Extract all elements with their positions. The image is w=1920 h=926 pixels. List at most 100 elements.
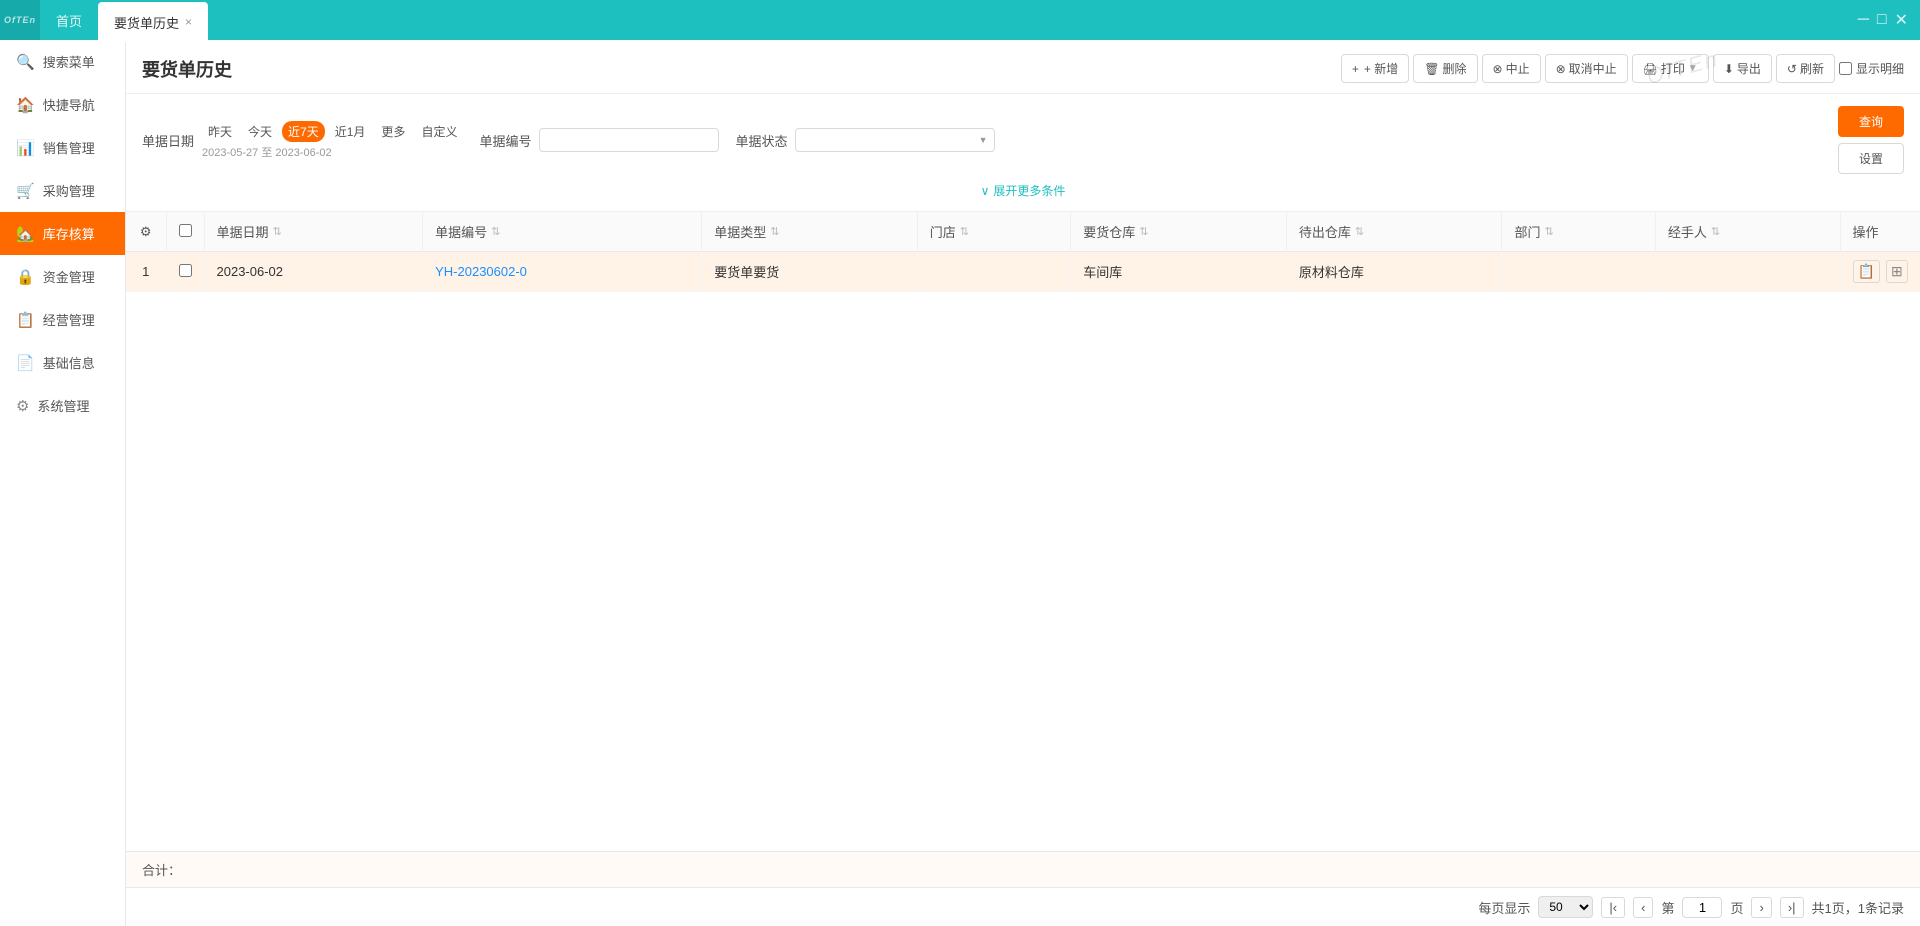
- content-area: 要货单历史 + + 新增 🗑 删除 ⊗ 中止 ⊗ 取消中止: [126, 40, 1920, 926]
- sidebar-item-operations-mgmt[interactable]: 📋 经营管理: [0, 298, 125, 341]
- th-settings[interactable]: ⚙: [126, 212, 166, 252]
- filter-row-1: 单据日期 昨天 今天 近7天 近1月 更多 自定义 2023-05-27 至 2…: [142, 106, 1904, 174]
- date-shortcuts: 昨天 今天 近7天 近1月 更多 自定义: [202, 121, 463, 142]
- order-no-link[interactable]: YH-20230602-0: [435, 264, 527, 279]
- query-button[interactable]: 查询: [1838, 106, 1904, 137]
- sort-icon-pending-warehouse: ⇅: [1355, 225, 1364, 238]
- shortcut-more[interactable]: 更多: [375, 121, 411, 142]
- th-order-type[interactable]: 单据类型 ⇅: [702, 212, 918, 252]
- maximize-btn[interactable]: □: [1877, 11, 1887, 29]
- order-no-input[interactable]: [539, 128, 719, 152]
- operations-mgmt-icon: 📋: [16, 311, 35, 329]
- display-detail-checkbox[interactable]: [1839, 62, 1852, 75]
- row-detail-icon[interactable]: ⊞: [1886, 260, 1908, 283]
- sidebar-item-quick-nav[interactable]: 🏠 快捷导航: [0, 83, 125, 126]
- th-order-no[interactable]: 单据编号 ⇅: [423, 212, 702, 252]
- row-edit-icon[interactable]: 📋: [1853, 260, 1880, 283]
- shortcut-today[interactable]: 今天: [242, 121, 278, 142]
- first-page-btn[interactable]: |‹: [1601, 897, 1625, 918]
- total-info: 共1页，1条记录: [1812, 898, 1904, 917]
- print-icon: 🖨: [1643, 62, 1658, 76]
- refresh-icon: ↺: [1787, 62, 1797, 76]
- last-page-btn[interactable]: ›|: [1780, 897, 1804, 918]
- th-date[interactable]: 单据日期 ⇅: [204, 212, 423, 252]
- sidebar-item-sales-mgmt[interactable]: 📊 销售管理: [0, 126, 125, 169]
- stop-button[interactable]: ⊗ 中止: [1482, 54, 1541, 83]
- shortcut-yesterday[interactable]: 昨天: [202, 121, 238, 142]
- th-handler[interactable]: 经手人 ⇅: [1655, 212, 1840, 252]
- next-page-btn[interactable]: ›: [1751, 897, 1771, 918]
- sidebar-item-label: 经营管理: [43, 310, 95, 329]
- add-button[interactable]: + + 新增: [1341, 54, 1409, 83]
- cell-checkbox: [166, 252, 204, 292]
- refresh-button[interactable]: ↺ 刷新: [1776, 54, 1835, 83]
- add-icon: +: [1352, 62, 1359, 76]
- quick-nav-icon: 🏠: [16, 96, 35, 114]
- cell-pending-warehouse: 原材料仓库: [1286, 252, 1502, 292]
- cancel-stop-icon: ⊗: [1556, 62, 1566, 76]
- sort-icon-store: ⇅: [960, 225, 969, 238]
- sidebar-item-label: 系统管理: [37, 396, 89, 415]
- delete-button[interactable]: 🗑 删除: [1413, 54, 1477, 83]
- system-mgmt-icon: ⚙: [16, 397, 29, 415]
- cancel-stop-button[interactable]: ⊗ 取消中止: [1545, 54, 1628, 83]
- th-req-warehouse[interactable]: 要货仓库 ⇅: [1071, 212, 1287, 252]
- per-page-select[interactable]: 50 10 20 100: [1538, 896, 1593, 918]
- status-filter-group: 单据状态: [735, 128, 995, 152]
- page-header: 要货单历史 + + 新增 🗑 删除 ⊗ 中止 ⊗ 取消中止: [126, 40, 1920, 94]
- date-filter-group: 单据日期 昨天 今天 近7天 近1月 更多 自定义 2023-05-27 至 2…: [142, 121, 463, 160]
- th-checkbox: [166, 212, 204, 252]
- export-button[interactable]: ⬇ 导出: [1713, 54, 1772, 83]
- shortcut-last7days[interactable]: 近7天: [282, 121, 325, 142]
- th-dept[interactable]: 部门 ⇅: [1502, 212, 1655, 252]
- page-label: 页: [1730, 898, 1743, 917]
- th-operation: 操作: [1840, 212, 1920, 252]
- basic-info-icon: 📄: [16, 354, 35, 372]
- expand-more-button[interactable]: ∨ 展开更多条件: [142, 178, 1904, 203]
- close-btn[interactable]: ✕: [1895, 10, 1908, 30]
- close-tab-icon[interactable]: ×: [185, 15, 192, 29]
- date-range-text: 2023-05-27 至 2023-06-02: [202, 144, 463, 160]
- th-store[interactable]: 门店 ⇅: [917, 212, 1070, 252]
- search-menu-icon: 🔍: [16, 53, 35, 71]
- print-button[interactable]: 🖨 打印 ▼: [1632, 54, 1709, 83]
- order-no-label: 单据编号: [479, 131, 531, 150]
- shortcut-custom[interactable]: 自定义: [415, 121, 463, 142]
- display-detail-checkbox-group[interactable]: 显示明细: [1839, 60, 1904, 77]
- select-all-checkbox[interactable]: [179, 224, 192, 237]
- sidebar-item-finance-mgmt[interactable]: 🔒 资金管理: [0, 255, 125, 298]
- sidebar-item-purchase-mgmt[interactable]: 🛒 采购管理: [0, 169, 125, 212]
- page-input[interactable]: [1682, 897, 1722, 918]
- sort-icon-date: ⇅: [273, 225, 282, 238]
- row-checkbox[interactable]: [179, 264, 192, 277]
- tab-bar: 首页 要货单历史 ×: [40, 0, 208, 40]
- tab-requisition-history[interactable]: 要货单历史 ×: [98, 2, 208, 42]
- main-content: 要货单历史 + + 新增 🗑 删除 ⊗ 中止 ⊗ 取消中止: [126, 40, 1920, 926]
- settings-button[interactable]: 设置: [1838, 143, 1904, 174]
- sort-icon-dept: ⇅: [1544, 225, 1553, 238]
- sidebar-item-inventory-calc[interactable]: 🏡 库存核算: [0, 212, 125, 255]
- tab-home[interactable]: 首页: [40, 0, 98, 40]
- status-select[interactable]: [795, 128, 995, 152]
- sidebar-item-basic-info[interactable]: 📄 基础信息: [0, 341, 125, 384]
- cell-seq: 1: [126, 252, 166, 292]
- stop-icon: ⊗: [1493, 62, 1503, 76]
- sidebar-item-system-mgmt[interactable]: ⚙ 系统管理: [0, 384, 125, 427]
- table-header-row: ⚙ 单据日期 ⇅ 单据编号: [126, 212, 1920, 252]
- cell-date: 2023-06-02: [204, 252, 423, 292]
- th-pending-warehouse[interactable]: 待出仓库 ⇅: [1286, 212, 1502, 252]
- display-detail-label: 显示明细: [1856, 60, 1904, 77]
- table-row[interactable]: 1 2023-06-02 YH-20230602-0 要货单要货: [126, 252, 1920, 292]
- sidebar-item-label: 库存核算: [43, 224, 95, 243]
- delete-icon: 🗑: [1424, 62, 1439, 76]
- prev-page-btn[interactable]: ‹: [1633, 897, 1653, 918]
- expand-more-icon: ∨: [981, 184, 990, 198]
- sidebar-item-label: 搜索菜单: [43, 52, 95, 71]
- cell-handler: [1655, 252, 1840, 292]
- minimize-btn[interactable]: ─: [1858, 11, 1869, 29]
- sidebar-item-search-menu[interactable]: 🔍 搜索菜单: [0, 40, 125, 83]
- finance-mgmt-icon: 🔒: [16, 268, 35, 286]
- pagination-bar: 每页显示 50 10 20 100 |‹ ‹ 第 页 › ›| 共1页，1条记录: [126, 887, 1920, 926]
- shortcut-last1month[interactable]: 近1月: [329, 121, 372, 142]
- sales-mgmt-icon: 📊: [16, 139, 35, 157]
